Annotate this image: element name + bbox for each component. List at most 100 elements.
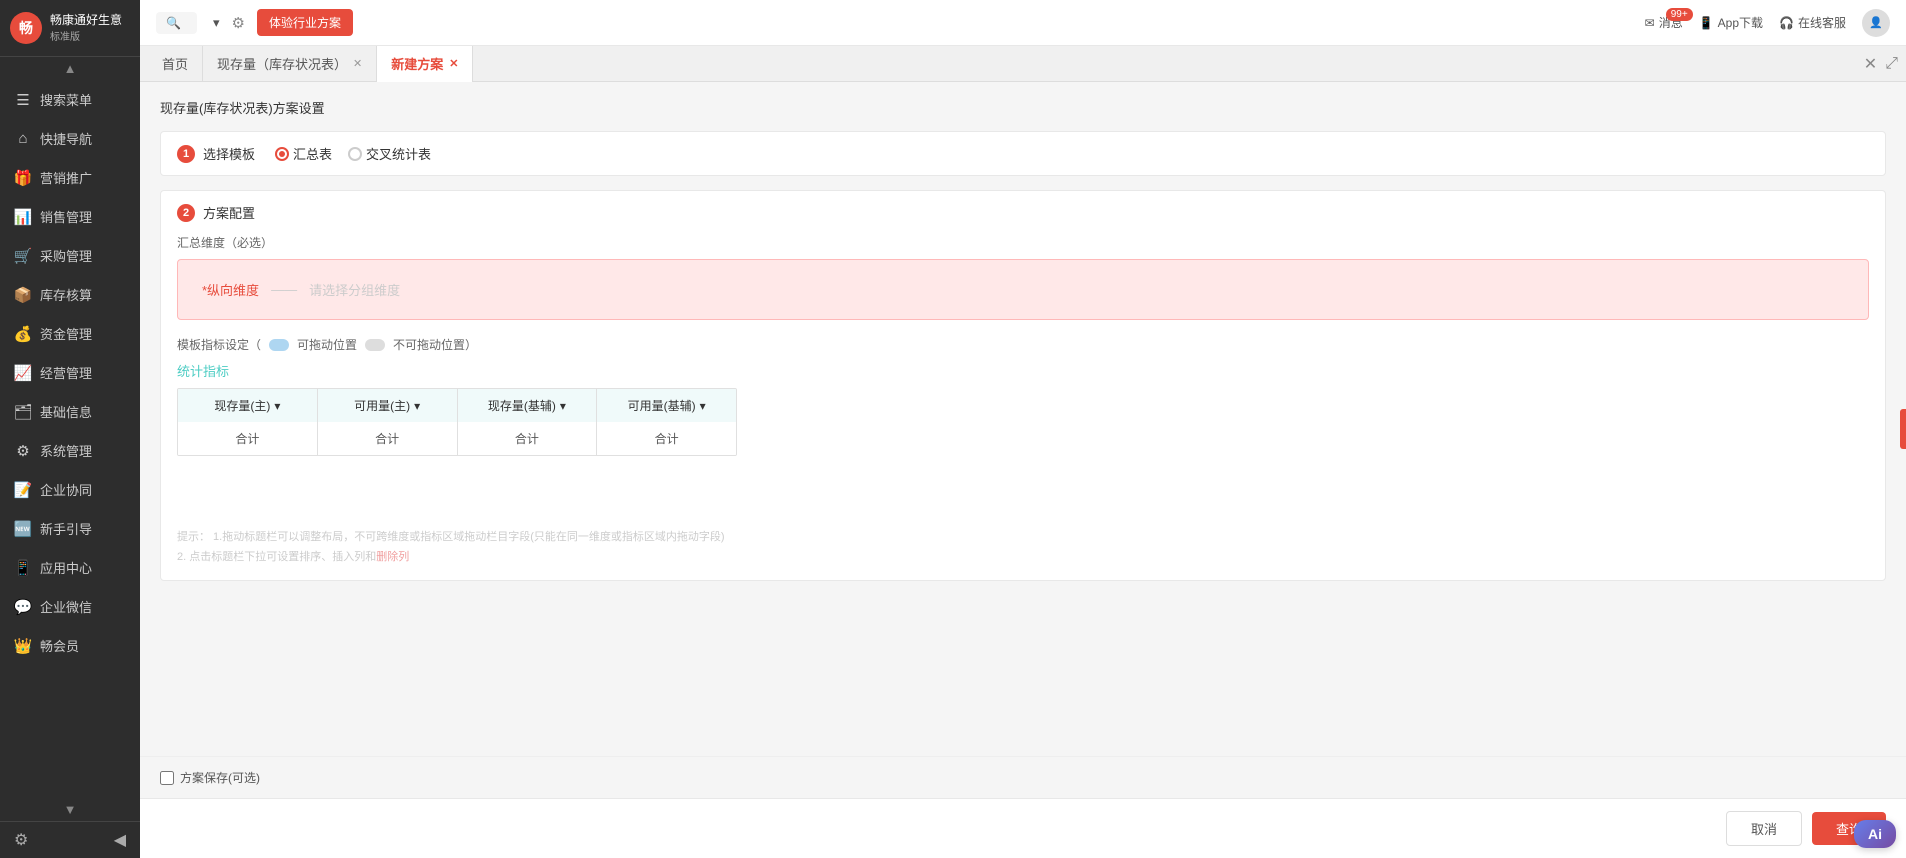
save-row: 方案保存(可选) [140, 757, 1906, 798]
ai-float-button[interactable]: Ai [1854, 820, 1896, 848]
radio-summary[interactable]: 汇总表 [275, 144, 332, 163]
inventory-icon: 📦 [14, 286, 32, 304]
stats-col-0[interactable]: 现存量(主) ▾ [178, 389, 318, 422]
sidebar-item-finance[interactable]: 💰 资金管理 [0, 314, 140, 353]
tab-new-plan[interactable]: 新建方案 ✕ [377, 46, 473, 82]
template-radio-group: 汇总表 交叉统计表 [275, 144, 431, 163]
sidebar-item-label: 新手引导 [40, 519, 92, 538]
sidebar-item-label: 企业微信 [40, 597, 92, 616]
sidebar-item-guide[interactable]: 🆕 新手引导 [0, 509, 140, 548]
sidebar-scroll-down[interactable]: ▼ [0, 798, 140, 821]
online-service-label: 在线客服 [1798, 14, 1846, 31]
tab-inventory[interactable]: 现存量（库存状况表） ✕ [203, 46, 377, 82]
stats-body: 合计 合计 合计 合计 [178, 422, 736, 455]
drag-indicator [269, 339, 289, 351]
sidebar-logo: 畅 畅康通好生意 标准版 [0, 0, 140, 57]
topbar-right: ✉ 消息 99+ 📱 App下载 🎧 在线客服 👤 [1645, 9, 1890, 37]
online-service-link[interactable]: 🎧 在线客服 [1779, 14, 1846, 31]
contracts-icon: 📝 [14, 481, 32, 499]
tab-new-plan-close[interactable]: ✕ [449, 57, 458, 70]
stats-section: 统计指标 现存量(主) ▾ 可用量(主) ▾ [161, 361, 1885, 468]
user-avatar[interactable]: 👤 [1862, 9, 1890, 37]
sidebar-item-marketing[interactable]: 🎁 营销推广 [0, 158, 140, 197]
page-title: 现存量(库存状况表)方案设置 [160, 98, 1886, 117]
topbar-search[interactable]: 🔍 [156, 12, 197, 34]
content-area: 现存量(库存状况表)方案设置 1 选择模板 汇总表 交叉统计表 [140, 82, 1906, 756]
sidebar-item-search[interactable]: ☰ 搜索菜单 [0, 80, 140, 119]
home-icon: ⌂ [14, 130, 32, 148]
sidebar-item-basic-info[interactable]: 🗂 基础信息 [0, 392, 140, 431]
stats-cell-2: 合计 [458, 422, 598, 455]
stats-header: 现存量(主) ▾ 可用量(主) ▾ 现存量(基辅) ▾ [178, 389, 736, 422]
sidebar-item-label: 快捷导航 [40, 129, 92, 148]
message-count: 99+ [1666, 8, 1693, 21]
save-checkbox-label[interactable]: 方案保存(可选) [180, 769, 260, 786]
gear-icon-topbar[interactable]: ⚙ [231, 14, 244, 32]
collapse-icon[interactable]: ◀ [114, 830, 126, 850]
radio-cross[interactable]: 交叉统计表 [348, 144, 431, 163]
industry-btn[interactable]: 体验行业方案 [257, 9, 353, 36]
sidebar-item-purchase[interactable]: 🛒 采购管理 [0, 236, 140, 275]
system-icon: ⚙ [14, 442, 32, 460]
settings-icon[interactable]: ⚙ [14, 830, 28, 850]
step2-title: 方案配置 [203, 203, 255, 222]
sidebar-item-system[interactable]: ⚙ 系统管理 [0, 431, 140, 470]
headset-icon: 🎧 [1779, 16, 1794, 30]
apps-icon: 📱 [14, 559, 32, 577]
sidebar-item-label: 基础信息 [40, 402, 92, 421]
stats-col-3[interactable]: 可用量(基辅) ▾ [597, 389, 736, 422]
purchase-icon: 🛒 [14, 247, 32, 265]
dimension-placeholder: 请选择分组维度 [309, 280, 400, 299]
tab-home[interactable]: 首页 [148, 46, 203, 82]
sidebar-item-inventory[interactable]: 📦 库存核算 [0, 275, 140, 314]
cancel-button[interactable]: 取消 [1726, 811, 1802, 846]
sidebar-scroll-up[interactable]: ▲ [0, 57, 140, 80]
window-close-icon[interactable]: ✕ [1864, 54, 1877, 74]
message-icon: ✉ [1645, 16, 1655, 30]
step2-badge: 2 [177, 204, 195, 222]
template-settings: 模板指标设定（ 可拖动位置 不可拖动位置） [161, 336, 1885, 361]
config-section: 汇总维度（必选） *纵向维度 —— 请选择分组维度 [161, 234, 1885, 336]
dimension-required: *纵向维度 [202, 280, 259, 299]
guide-icon: 🆕 [14, 520, 32, 538]
sidebar-item-label: 企业协同 [40, 480, 92, 499]
info-icon: 🗂 [14, 403, 32, 421]
app-download-label: App下载 [1718, 14, 1763, 31]
stats-cell-1: 合计 [318, 422, 458, 455]
gift-icon: 🎁 [14, 169, 32, 187]
tab-home-label: 首页 [162, 54, 188, 73]
tab-inventory-label: 现存量（库存状况表） [217, 54, 347, 73]
sidebar-item-apps[interactable]: 📱 应用中心 [0, 548, 140, 587]
chevron-down-icon-1: ▾ [414, 399, 420, 413]
radio-summary-circle [275, 147, 289, 161]
stats-col-1[interactable]: 可用量(主) ▾ [318, 389, 458, 422]
sidebar-item-wechat[interactable]: 💬 企业微信 [0, 587, 140, 626]
step1-title: 选择模板 [203, 144, 255, 163]
sidebar-item-member[interactable]: 👑 畅会员 [0, 626, 140, 665]
sidebar-item-label: 经营管理 [40, 363, 92, 382]
tab-inventory-close[interactable]: ✕ [353, 57, 362, 70]
stats-table: 现存量(主) ▾ 可用量(主) ▾ 现存量(基辅) ▾ [177, 388, 737, 456]
app-name: 畅康通好生意 [50, 13, 122, 29]
dimension-box[interactable]: *纵向维度 —— 请选择分组维度 [177, 259, 1869, 320]
messages-badge[interactable]: ✉ 消息 99+ [1645, 14, 1683, 31]
save-checkbox[interactable] [160, 771, 174, 785]
sidebar-item-sales[interactable]: 📊 销售管理 [0, 197, 140, 236]
step2-header: 2 方案配置 [161, 191, 1885, 234]
sidebar-item-contracts[interactable]: 📝 企业协同 [0, 470, 140, 509]
wechat-icon: 💬 [14, 598, 32, 616]
tips-line-1: 提示： 1.拖动标题栏可以调整布局，不可跨维度或指标区域拖动栏目字段(只能在同一… [177, 528, 1869, 548]
main-area: 🔍 ▾ ⚙ 体验行业方案 ✉ 消息 99+ 📱 App下载 🎧 在线客服 [140, 0, 1906, 858]
app-download-link[interactable]: 📱 App下载 [1699, 14, 1763, 31]
chevron-down-icon: ▾ [213, 15, 220, 31]
app-edition: 标准版 [50, 28, 122, 43]
window-expand-icon[interactable]: ⤢ [1885, 55, 1898, 73]
logo-icon: 畅 [10, 12, 42, 44]
stats-col-2[interactable]: 现存量(基辅) ▾ [458, 389, 598, 422]
sales-icon: 📊 [14, 208, 32, 226]
topbar-dropdown[interactable]: ▾ [209, 15, 220, 31]
sidebar-item-quicknav[interactable]: ⌂ 快捷导航 [0, 119, 140, 158]
finance-icon: 💰 [14, 325, 32, 343]
member-icon: 👑 [14, 637, 32, 655]
sidebar-item-operations[interactable]: 📈 经营管理 [0, 353, 140, 392]
